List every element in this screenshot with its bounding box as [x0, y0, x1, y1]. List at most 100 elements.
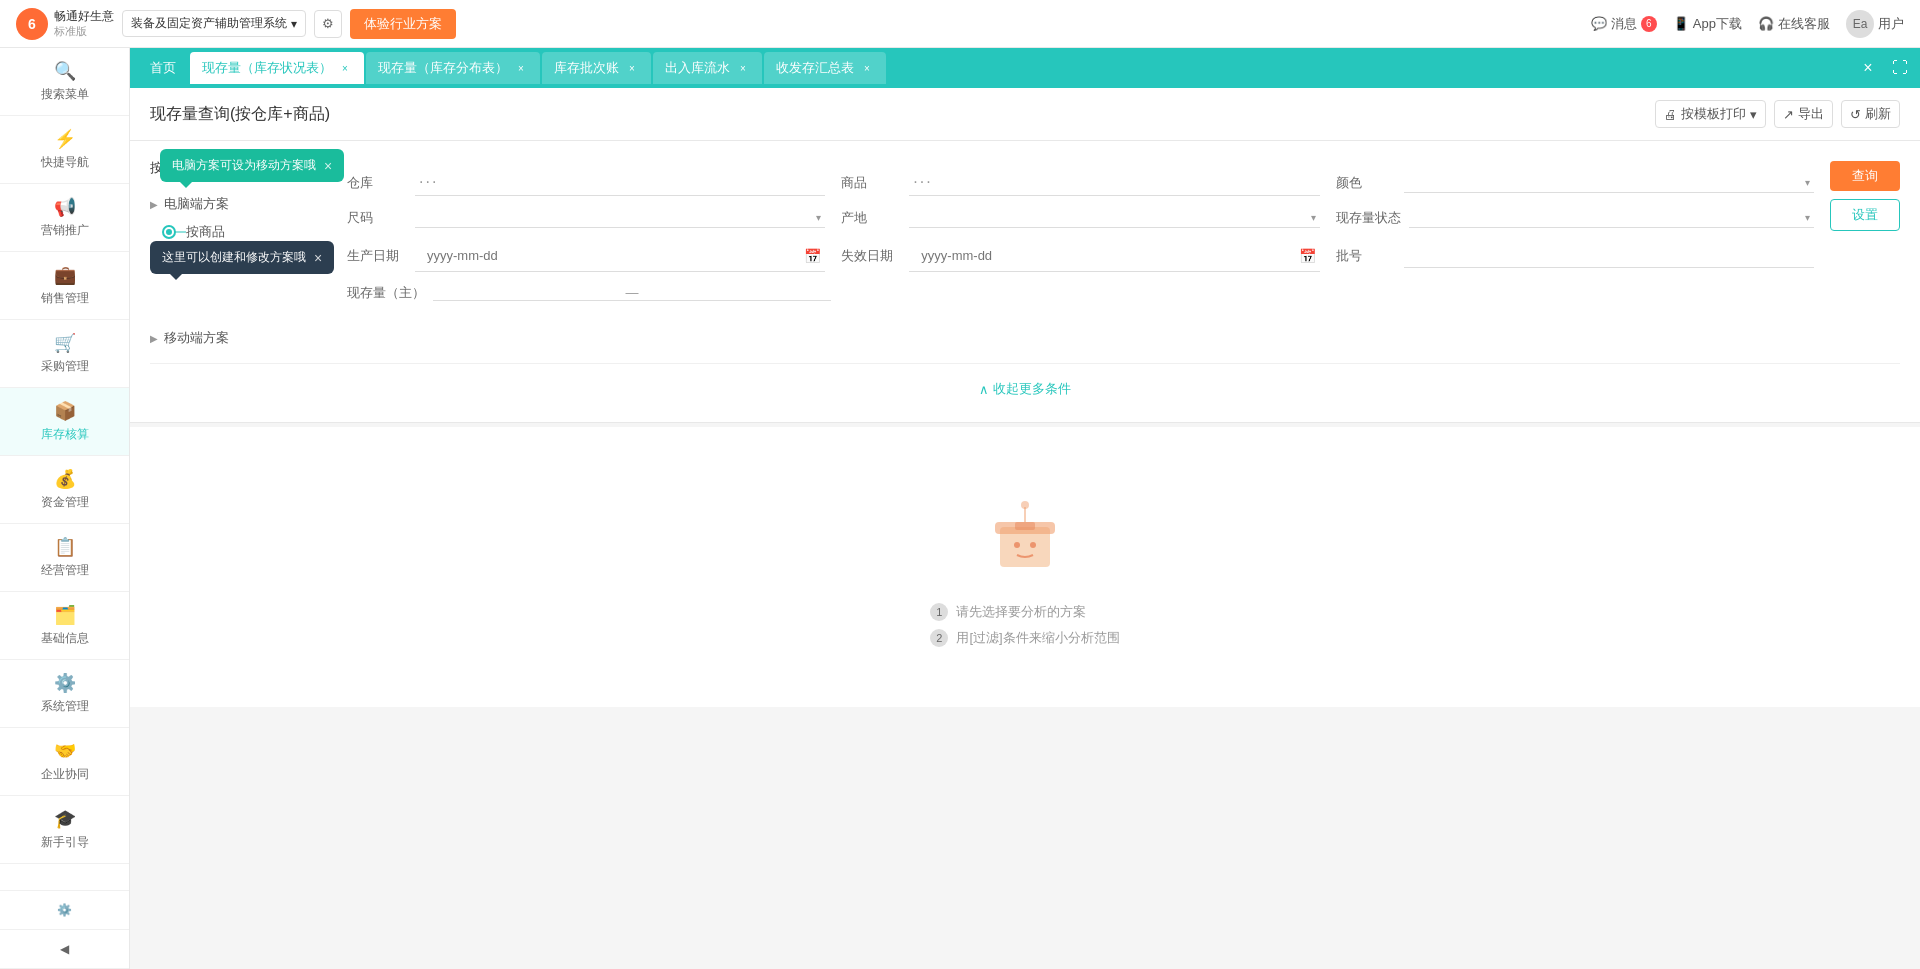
- calendar-icon[interactable]: 📅: [804, 248, 821, 264]
- brand-sub: 标准版: [54, 24, 114, 38]
- sidebar-settings-button[interactable]: ⚙️: [0, 891, 129, 930]
- tab-home[interactable]: 首页: [138, 52, 188, 84]
- logo-area: 6 畅通好生意 标准版: [16, 8, 114, 40]
- sidebar-item-basic-info[interactable]: 🗂️ 基础信息: [0, 592, 129, 660]
- tab-inout-flow[interactable]: 出入库流水 ×: [653, 52, 762, 84]
- color-select[interactable]: ▾: [1404, 173, 1814, 193]
- chevron-right-icon: ▶: [150, 199, 158, 210]
- filter-row-2: 尺码 ▾ 产地: [347, 208, 1814, 228]
- megaphone-icon: 📢: [54, 196, 76, 218]
- prod-date-wrapper: 📅: [415, 240, 825, 272]
- stock-status-select[interactable]: ▾: [1409, 208, 1814, 228]
- filter-prod-date: 生产日期 📅: [347, 240, 825, 272]
- app-download-button[interactable]: 📱 App下载: [1673, 15, 1742, 33]
- sidebar-item-system[interactable]: ⚙️ 系统管理: [0, 660, 129, 728]
- export-icon: ↗: [1783, 107, 1794, 122]
- chevron-up-icon: ∧: [979, 382, 989, 397]
- filter-area: 按以下方案查询 + ↺ ← 电脑方案可设为移动方案哦 ×: [130, 141, 1920, 423]
- batch-no-input[interactable]: [1404, 244, 1814, 268]
- tab-stock-batch[interactable]: 库存批次账 ×: [542, 52, 651, 84]
- top-bar: 6 畅通好生意 标准版 装备及固定资产辅助管理系统 ▾ ⚙ 体验行业方案 💬 消…: [0, 0, 1920, 48]
- sidebar-item-search-menu[interactable]: 🔍 搜索菜单: [0, 48, 129, 116]
- origin-select[interactable]: ▾: [909, 208, 1319, 228]
- search-button[interactable]: 查询: [1830, 161, 1900, 191]
- reset-button[interactable]: 设置: [1830, 199, 1900, 231]
- tab-close-inout-flow[interactable]: ×: [736, 61, 750, 75]
- headset-icon: 🎧: [1758, 16, 1774, 31]
- sidebar-collapse-button[interactable]: ◀: [0, 930, 129, 969]
- desktop-scheme-toggle[interactable]: ▶ 电脑端方案: [150, 191, 331, 217]
- refresh-icon: ↺: [1850, 107, 1861, 122]
- sidebar-item-operations[interactable]: 📋 经营管理: [0, 524, 129, 592]
- empty-svg: [975, 487, 1075, 587]
- svg-point-3: [1014, 542, 1020, 548]
- tab-close-stock-batch[interactable]: ×: [625, 61, 639, 75]
- sidebar-item-stock[interactable]: 📦 库存核算: [0, 388, 129, 456]
- prod-date-input[interactable]: [419, 244, 800, 267]
- stock-qty-min-input[interactable]: [433, 285, 622, 300]
- desktop-scheme-section: 电脑方案可设为移动方案哦 × ▶ 电脑端方案: [150, 191, 331, 245]
- system-title-select[interactable]: 装备及固定资产辅助管理系统 ▾: [122, 10, 306, 37]
- tooltip-close-scheme[interactable]: ×: [314, 250, 322, 266]
- sidebar-label: 资金管理: [41, 494, 89, 511]
- filter-fields: 仓库 ··· 商品 ···: [347, 157, 1814, 302]
- sidebar-item-marketing[interactable]: 📢 营销推广: [0, 184, 129, 252]
- goods-input-wrapper[interactable]: ···: [909, 169, 1319, 196]
- tab-close-receive-send[interactable]: ×: [860, 61, 874, 75]
- collapse-section: ∧ 收起更多条件: [150, 363, 1900, 406]
- sidebar-item-finance[interactable]: 💰 资金管理: [0, 456, 129, 524]
- expire-date-input[interactable]: [913, 244, 1294, 267]
- message-button[interactable]: 💬 消息 6: [1591, 15, 1657, 33]
- chevron-down-icon: ▾: [291, 17, 297, 31]
- tab-receive-send[interactable]: 收发存汇总表 ×: [764, 52, 886, 84]
- empty-step-2: 2 用[过滤]条件来缩小分析范围: [930, 629, 1119, 647]
- message-badge: 6: [1641, 16, 1657, 32]
- export-button[interactable]: ↗ 导出: [1774, 100, 1833, 128]
- warehouse-input-wrapper[interactable]: ···: [415, 169, 825, 196]
- filter-warehouse: 仓库 ···: [347, 169, 825, 196]
- chevron-down-icon: ▾: [1311, 212, 1316, 223]
- filter-row-4: 现存量（主） —: [347, 284, 1814, 302]
- sidebar-item-guide[interactable]: 🎓 新手引导: [0, 796, 129, 864]
- sidebar-label: 新手引导: [41, 834, 89, 851]
- brand-name: 畅通好生意: [54, 9, 114, 25]
- box-icon: 📦: [54, 400, 76, 422]
- size-select[interactable]: ▾: [415, 208, 825, 228]
- cart-icon: 🛒: [54, 332, 76, 354]
- briefcase-icon: 💼: [54, 264, 76, 286]
- template-print-button[interactable]: 🖨 按模板打印 ▾: [1655, 100, 1766, 128]
- tab-close-stock-dist[interactable]: ×: [514, 61, 528, 75]
- graduation-icon: 🎓: [54, 808, 76, 830]
- sidebar-item-purchase[interactable]: 🛒 采购管理: [0, 320, 129, 388]
- online-service-button[interactable]: 🎧 在线客服: [1758, 15, 1830, 33]
- sidebar-item-quick-nav[interactable]: ⚡ 快捷导航: [0, 116, 129, 184]
- tab-maximize-button[interactable]: ⛶: [1888, 56, 1912, 80]
- sidebar-item-cooperation[interactable]: 🤝 企业协同: [0, 728, 129, 796]
- mobile-scheme-toggle[interactable]: ▶ 移动端方案: [150, 325, 331, 351]
- tab-close-stock-status[interactable]: ×: [338, 61, 352, 75]
- filter-stock-qty: 现存量（主） —: [347, 284, 831, 302]
- filter-expire-date: 失效日期 📅: [841, 240, 1319, 272]
- stock-qty-max-input[interactable]: [643, 285, 832, 300]
- tab-close-all-button[interactable]: ×: [1856, 56, 1880, 80]
- results-area: 1 请先选择要分析的方案 2 用[过滤]条件来缩小分析范围: [130, 427, 1920, 707]
- calendar-icon-2[interactable]: 📅: [1299, 248, 1316, 264]
- settings-gear-button[interactable]: ⚙: [314, 10, 342, 38]
- refresh-button[interactable]: ↺ 刷新: [1841, 100, 1900, 128]
- top-bar-right: 💬 消息 6 📱 App下载 🎧 在线客服 Ea 用户: [1591, 10, 1904, 38]
- sidebar-label: 库存核算: [41, 426, 89, 443]
- industry-button[interactable]: 体验行业方案: [350, 9, 456, 39]
- tooltip-close-desktop[interactable]: ×: [324, 158, 332, 174]
- empty-step-1: 1 请先选择要分析的方案: [930, 603, 1119, 621]
- user-area[interactable]: Ea 用户: [1846, 10, 1904, 38]
- sidebar-item-sales[interactable]: 💼 销售管理: [0, 252, 129, 320]
- chevron-down-icon: ▾: [1750, 107, 1757, 122]
- tab-stock-dist[interactable]: 现存量（库存分布表） ×: [366, 52, 540, 84]
- tab-stock-status[interactable]: 现存量（库存状况表） ×: [190, 52, 364, 84]
- clipboard-icon: 📋: [54, 536, 76, 558]
- settings-icon: ⚙️: [57, 903, 72, 917]
- filter-goods: 商品 ···: [841, 169, 1319, 196]
- chevron-right-icon: ▶: [150, 333, 158, 344]
- money-icon: 💰: [54, 468, 76, 490]
- collapse-button[interactable]: ∧ 收起更多条件: [150, 372, 1900, 406]
